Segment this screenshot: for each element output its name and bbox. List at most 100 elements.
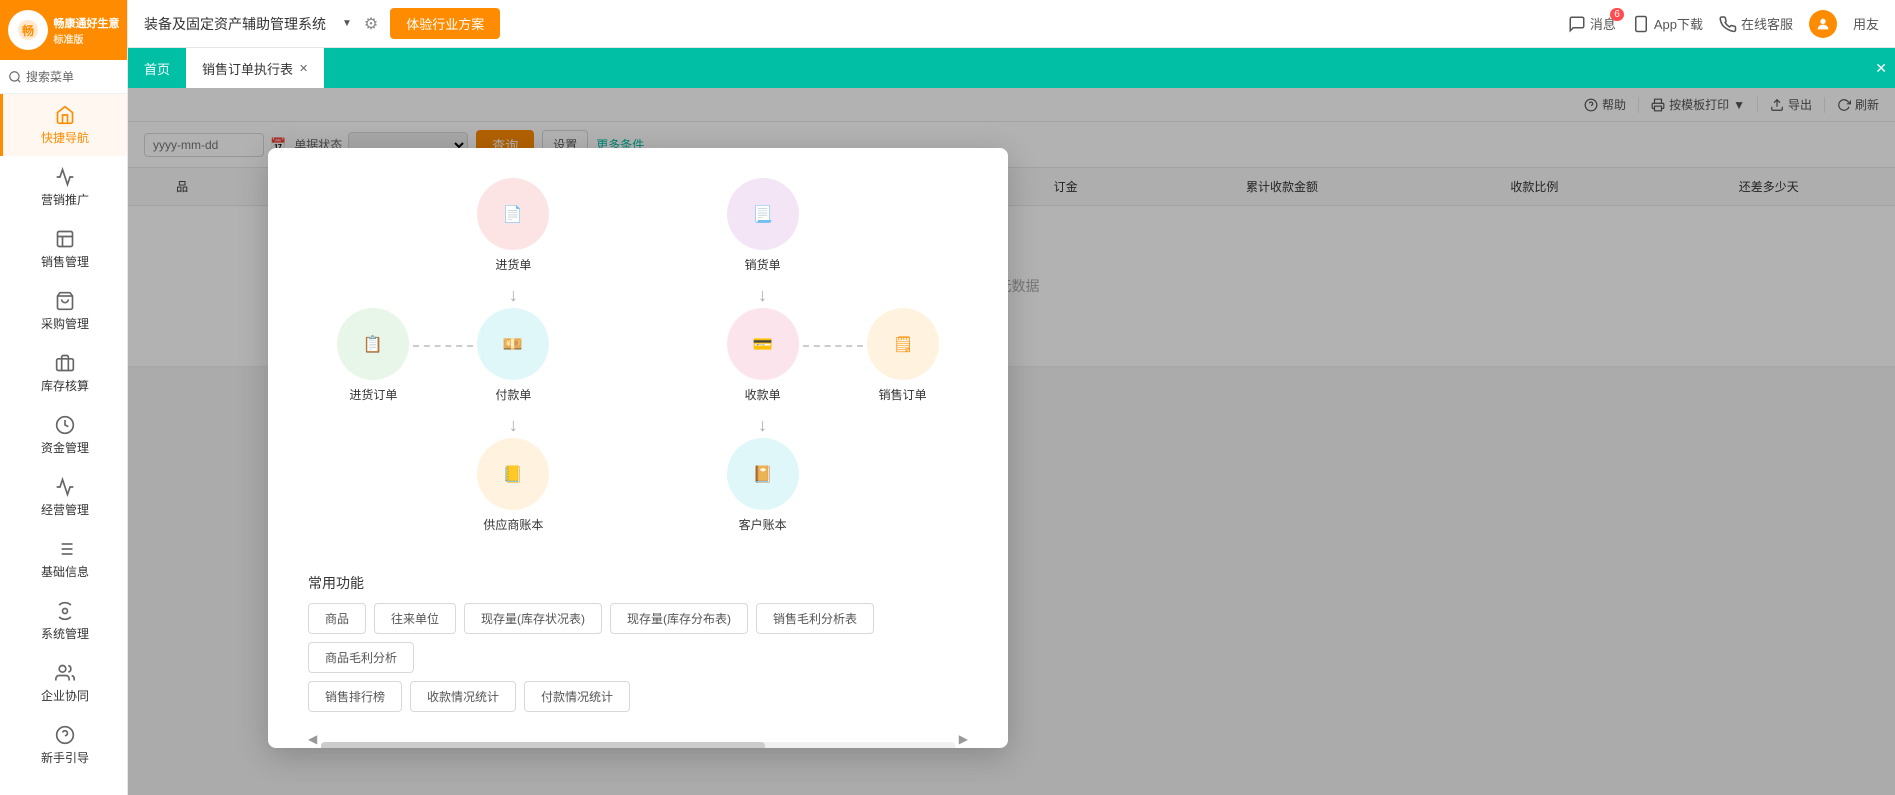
sidebar-item-label: 销售管理 bbox=[41, 253, 89, 270]
func-buttons-row2: 销售排行榜 收款情况统计 付款情况统计 bbox=[308, 681, 968, 712]
arrow-down-supplier: ↓ bbox=[509, 415, 518, 436]
payment-label: 付款单 bbox=[495, 386, 531, 403]
scroll-left-icon[interactable]: ◀ bbox=[308, 732, 317, 746]
func-btn-goods-profit[interactable]: 商品毛利分析 bbox=[308, 642, 414, 673]
sales-order-label: 销售订单 bbox=[879, 386, 927, 403]
svg-text:📋: 📋 bbox=[363, 334, 383, 353]
sidebar: 畅 畅康通好生意 标准版 搜索菜单 快捷导航 营销推广 bbox=[0, 0, 128, 795]
tabs-close-all-icon[interactable]: ✕ bbox=[1875, 60, 1887, 77]
sidebar-item-purchase[interactable]: 采购管理 bbox=[0, 280, 127, 342]
content-area: 帮助 按模板打印 ▼ 导出 bbox=[128, 88, 1895, 795]
tabs-bar: 首页 销售订单执行表 ✕ ✕ bbox=[128, 48, 1895, 88]
sidebar-item-operations[interactable]: 经营管理 bbox=[0, 466, 127, 528]
sidebar-item-label: 快捷导航 bbox=[41, 129, 89, 146]
receipt-label: 收款单 bbox=[745, 386, 781, 403]
online-service-button[interactable]: 在线客服 bbox=[1719, 14, 1793, 33]
guide-icon bbox=[54, 724, 76, 746]
func-btn-counterpart[interactable]: 往来单位 bbox=[374, 603, 456, 634]
sidebar-item-marketing[interactable]: 营销推广 bbox=[0, 156, 127, 218]
search-menu-label: 搜索菜单 bbox=[26, 68, 74, 85]
sidebar-item-basic[interactable]: 基础信息 bbox=[0, 528, 127, 590]
scroll-track[interactable] bbox=[321, 742, 955, 748]
tab-sales-order[interactable]: 销售订单执行表 ✕ bbox=[186, 48, 324, 88]
modal-overlay[interactable]: 📋 进货订单 bbox=[128, 88, 1895, 795]
sidebar-item-quick-nav[interactable]: 快捷导航 bbox=[0, 94, 127, 156]
common-functions: 常用功能 商品 往来单位 现存量(库存状况表) 现存量(库存分布表) 销售毛利分… bbox=[308, 573, 968, 712]
flow-node-supplier-ledger[interactable]: 📒 供应商账本 bbox=[477, 438, 549, 533]
sidebar-search[interactable]: 搜索菜单 bbox=[0, 60, 127, 94]
marketing-icon bbox=[54, 166, 76, 188]
flow-row-purchase: 📋 进货订单 bbox=[337, 178, 549, 543]
svg-text:💳: 💳 bbox=[753, 335, 773, 353]
modal-scrollbar: ◀ ▶ bbox=[308, 726, 968, 748]
avatar[interactable] bbox=[1809, 10, 1837, 38]
customer-ledger-label: 客户账本 bbox=[739, 516, 787, 533]
func-buttons: 商品 往来单位 现存量(库存状况表) 现存量(库存分布表) 销售毛利分析表 商品… bbox=[308, 603, 968, 673]
svg-text:💴: 💴 bbox=[503, 335, 523, 353]
logo-sub: 标准版 bbox=[54, 31, 120, 46]
sales-icon bbox=[54, 228, 76, 250]
user-name: 用友 bbox=[1853, 14, 1879, 33]
sales-bill-label: 销货单 bbox=[745, 256, 781, 273]
message-button[interactable]: 消息 6 bbox=[1568, 14, 1616, 33]
modal-box: 📋 进货订单 bbox=[268, 148, 1008, 748]
dashed-arrow-sales bbox=[803, 345, 863, 377]
flow-node-purchase-order[interactable]: 📋 进货订单 bbox=[337, 308, 409, 403]
flow-node-customer-ledger[interactable]: 📔 客户账本 bbox=[727, 438, 799, 533]
system-icon bbox=[54, 600, 76, 622]
purchase-order-circle: 📋 bbox=[337, 308, 409, 380]
supplier-circle: 📒 bbox=[477, 438, 549, 510]
tab-home[interactable]: 首页 bbox=[128, 48, 186, 88]
sidebar-item-guide[interactable]: 新手引导 bbox=[0, 714, 127, 776]
func-btn-receipt-stat[interactable]: 收款情况统计 bbox=[410, 681, 516, 712]
func-btn-payment-stat[interactable]: 付款情况统计 bbox=[524, 681, 630, 712]
svg-text:📄: 📄 bbox=[503, 204, 523, 223]
sidebar-item-finance[interactable]: 资金管理 bbox=[0, 404, 127, 466]
sales-bill-circle: 📃 bbox=[727, 178, 799, 250]
func-btn-sales-rank[interactable]: 销售排行榜 bbox=[308, 681, 402, 712]
dashed-arrow-purchase bbox=[413, 345, 473, 377]
finance-icon bbox=[54, 414, 76, 436]
flow-diagram: 📋 进货订单 bbox=[308, 178, 968, 543]
sidebar-item-sales[interactable]: 销售管理 bbox=[0, 218, 127, 280]
flow-node-purchase-bill[interactable]: 📄 进货单 bbox=[477, 178, 549, 273]
scroll-right-icon[interactable]: ▶ bbox=[959, 732, 968, 746]
sidebar-item-system[interactable]: 系统管理 bbox=[0, 590, 127, 652]
common-functions-title: 常用功能 bbox=[308, 573, 968, 593]
scroll-thumb bbox=[321, 742, 764, 748]
payment-circle: 💴 bbox=[477, 308, 549, 380]
settings-icon[interactable]: ⚙ bbox=[364, 14, 378, 34]
system-dropdown[interactable]: ▼ bbox=[338, 18, 352, 29]
arrow-down-payment: ↓ bbox=[509, 285, 518, 306]
svg-text:畅: 畅 bbox=[21, 23, 33, 38]
basic-icon bbox=[54, 538, 76, 560]
logo: 畅 畅康通好生意 标准版 bbox=[0, 0, 127, 60]
func-btn-stock-status[interactable]: 现存量(库存状况表) bbox=[464, 603, 602, 634]
flow-col-purchase: 📄 进货单 ↓ bbox=[477, 178, 549, 543]
topbar-right: 消息 6 App下载 在线客服 用友 bbox=[1568, 10, 1879, 38]
sidebar-item-label: 新手引导 bbox=[41, 749, 89, 766]
func-btn-goods[interactable]: 商品 bbox=[308, 603, 366, 634]
logo-icon: 畅 bbox=[8, 10, 48, 50]
app-download-button[interactable]: App下载 bbox=[1632, 14, 1703, 33]
flow-node-payment[interactable]: 💴 付款单 bbox=[477, 308, 549, 403]
purchase-bill-label: 进货单 bbox=[495, 256, 531, 273]
experience-button[interactable]: 体验行业方案 bbox=[390, 8, 500, 39]
func-btn-sales-profit[interactable]: 销售毛利分析表 bbox=[756, 603, 874, 634]
tab-close-icon[interactable]: ✕ bbox=[299, 62, 308, 75]
flow-node-sales-bill[interactable]: 📃 销货单 bbox=[727, 178, 799, 273]
svg-text:📒: 📒 bbox=[503, 464, 523, 483]
flow-node-sales-order[interactable]: 🗒 销售订单 bbox=[867, 308, 939, 403]
app-download-label: App下载 bbox=[1654, 14, 1703, 33]
sidebar-item-label: 资金管理 bbox=[41, 439, 89, 456]
sidebar-item-label: 库存核算 bbox=[41, 377, 89, 394]
flow-node-receipt[interactable]: 💳 收款单 bbox=[727, 308, 799, 403]
sidebar-item-inventory[interactable]: 库存核算 bbox=[0, 342, 127, 404]
sidebar-item-label: 基础信息 bbox=[41, 563, 89, 580]
system-title: 装备及固定资产辅助管理系统 bbox=[144, 14, 326, 34]
sidebar-item-enterprise[interactable]: 企业协同 bbox=[0, 652, 127, 714]
purchase-order-label: 进货订单 bbox=[349, 386, 397, 403]
func-btn-stock-dist[interactable]: 现存量(库存分布表) bbox=[610, 603, 748, 634]
main-area: 装备及固定资产辅助管理系统 ▼ ⚙ 体验行业方案 消息 6 App下载 在线客服 bbox=[128, 0, 1895, 795]
operations-icon bbox=[54, 476, 76, 498]
